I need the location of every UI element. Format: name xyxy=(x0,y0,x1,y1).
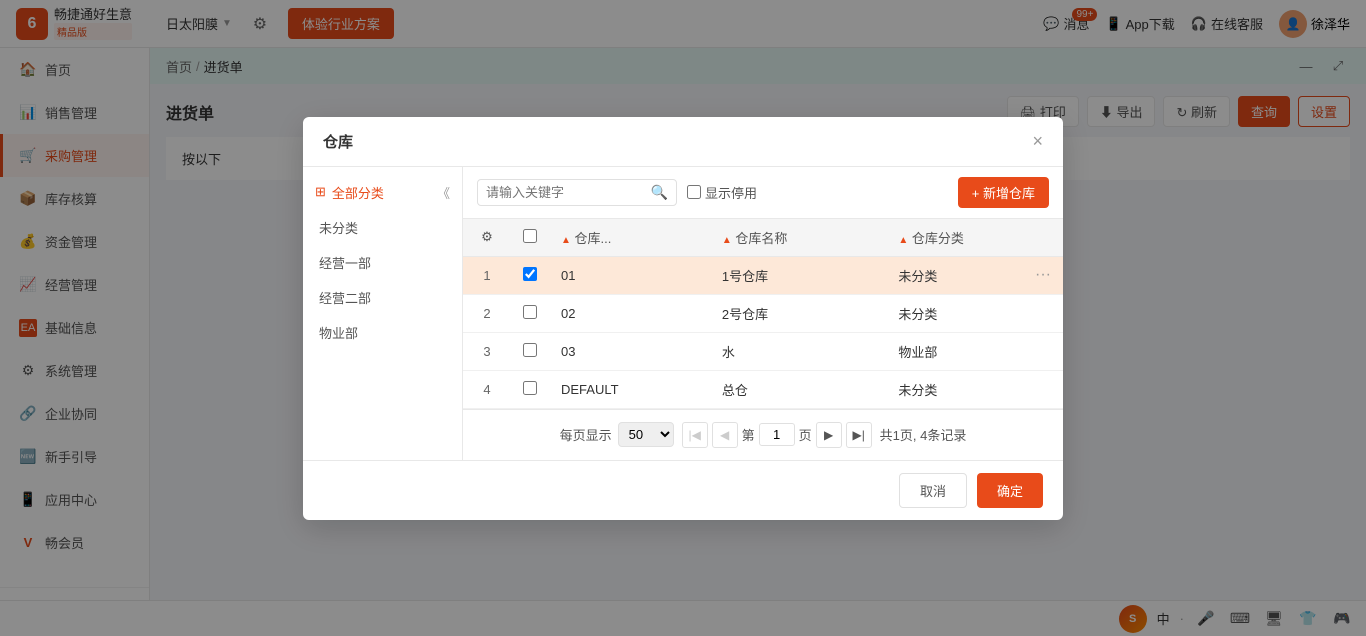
sort-icon-cat: ▲ xyxy=(898,235,908,246)
category-item-ops1[interactable]: 经营一部 xyxy=(303,245,462,280)
pagination: 每页显示 50 100 200 |◀ ◀ 第 页 ▶ xyxy=(463,409,1063,460)
collapse-icon[interactable]: 《 xyxy=(437,183,450,202)
prev-page-btn[interactable]: ◀ xyxy=(712,422,738,448)
first-page-btn[interactable]: |◀ xyxy=(682,422,708,448)
last-page-btn[interactable]: ▶| xyxy=(846,422,872,448)
row-category: 未分类 xyxy=(886,371,1063,408)
confirm-btn[interactable]: 确定 xyxy=(977,473,1043,508)
category-all-label: 全部分类 xyxy=(332,183,384,202)
modal-title: 仓库 xyxy=(323,131,353,152)
modal-header: 仓库 × xyxy=(303,117,1063,167)
row-index: 3 xyxy=(463,332,511,370)
warehouse-table-wrap: ⚙ ▲ 仓库... ▲ 仓库名称 ▲ 仓库分类 1 01 1号仓库 未分类 ··… xyxy=(463,219,1063,409)
per-page-label: 每页显示 xyxy=(560,425,612,444)
modal-overlay[interactable]: 仓库 × ⊞ 全部分类 《 未分类 经营一部 经营二部 物业部 xyxy=(0,0,1366,636)
th-code: ▲ 仓库... xyxy=(549,219,710,257)
row-name: 总仓 xyxy=(710,370,887,408)
next-page-btn[interactable]: ▶ xyxy=(816,422,842,448)
warehouse-table: ⚙ ▲ 仓库... ▲ 仓库名称 ▲ 仓库分类 1 01 1号仓库 未分类 ··… xyxy=(463,219,1063,409)
row-actions-icon[interactable]: ··· xyxy=(1035,266,1051,284)
table-row[interactable]: 2 02 2号仓库 未分类 xyxy=(463,294,1063,332)
row-code: 01 xyxy=(549,256,710,294)
row-index: 4 xyxy=(463,370,511,408)
search-input[interactable] xyxy=(486,185,647,200)
right-toolbar: 🔍 显示停用 + 新增仓库 xyxy=(463,167,1063,219)
row-category: 未分类 ··· xyxy=(886,257,1063,294)
sort-icon-name: ▲ xyxy=(722,235,732,246)
page-unit: 页 xyxy=(799,425,812,444)
row-index: 1 xyxy=(463,256,511,294)
row-check[interactable] xyxy=(511,256,549,294)
search-icon[interactable]: 🔍 xyxy=(651,184,668,201)
show-disabled-checkbox[interactable] xyxy=(687,185,701,199)
show-disabled-label[interactable]: 显示停用 xyxy=(687,183,757,202)
table-header-row: ⚙ ▲ 仓库... ▲ 仓库名称 ▲ 仓库分类 xyxy=(463,219,1063,257)
th-settings: ⚙ xyxy=(463,219,511,257)
show-disabled-text: 显示停用 xyxy=(705,183,757,202)
row-check[interactable] xyxy=(511,294,549,332)
modal-body: ⊞ 全部分类 《 未分类 经营一部 经营二部 物业部 🔍 xyxy=(303,167,1063,460)
row-checkbox[interactable] xyxy=(523,305,537,319)
table-row[interactable]: 1 01 1号仓库 未分类 ··· xyxy=(463,256,1063,294)
row-category: 未分类 xyxy=(886,295,1063,332)
row-name: 水 xyxy=(710,332,887,370)
row-checkbox[interactable] xyxy=(523,267,537,281)
category-all[interactable]: ⊞ 全部分类 《 xyxy=(303,175,462,210)
th-name: ▲ 仓库名称 xyxy=(710,219,887,257)
warehouse-modal: 仓库 × ⊞ 全部分类 《 未分类 经营一部 经营二部 物业部 xyxy=(303,117,1063,520)
sort-icon: ▲ xyxy=(561,235,571,246)
row-code: 02 xyxy=(549,294,710,332)
add-warehouse-btn[interactable]: + 新增仓库 xyxy=(958,177,1049,208)
category-item-uncategorized[interactable]: 未分类 xyxy=(303,210,462,245)
modal-footer: 取消 确定 xyxy=(303,460,1063,520)
category-item-property[interactable]: 物业部 xyxy=(303,315,462,350)
close-icon[interactable]: × xyxy=(1032,132,1043,150)
grid-icon: ⊞ xyxy=(315,184,326,200)
select-all-checkbox[interactable] xyxy=(523,229,537,243)
row-name: 2号仓库 xyxy=(710,294,887,332)
category-panel: ⊞ 全部分类 《 未分类 经营一部 经营二部 物业部 xyxy=(303,167,463,460)
row-name: 1号仓库 xyxy=(710,256,887,294)
per-page-selector: 每页显示 50 100 200 xyxy=(560,422,674,447)
row-code: 03 xyxy=(549,332,710,370)
per-page-select[interactable]: 50 100 200 xyxy=(618,422,674,447)
right-panel: 🔍 显示停用 + 新增仓库 ⚙ xyxy=(463,167,1063,460)
page-label: 第 xyxy=(742,425,755,444)
table-row[interactable]: 4 DEFAULT 总仓 未分类 xyxy=(463,370,1063,408)
row-checkbox[interactable] xyxy=(523,343,537,357)
row-checkbox[interactable] xyxy=(523,381,537,395)
row-check[interactable] xyxy=(511,370,549,408)
table-row[interactable]: 3 03 水 物业部 xyxy=(463,332,1063,370)
row-category: 物业部 xyxy=(886,333,1063,370)
th-checkbox xyxy=(511,219,549,257)
page-input[interactable] xyxy=(759,423,795,446)
row-index: 2 xyxy=(463,294,511,332)
row-code: DEFAULT xyxy=(549,370,710,408)
category-item-ops2[interactable]: 经营二部 xyxy=(303,280,462,315)
page-nav: |◀ ◀ 第 页 ▶ ▶| xyxy=(682,422,872,448)
search-input-wrap: 🔍 xyxy=(477,179,677,206)
cancel-btn[interactable]: 取消 xyxy=(899,473,967,508)
page-summary: 共1页, 4条记录 xyxy=(880,425,967,444)
th-category: ▲ 仓库分类 xyxy=(886,219,1063,257)
row-check[interactable] xyxy=(511,332,549,370)
